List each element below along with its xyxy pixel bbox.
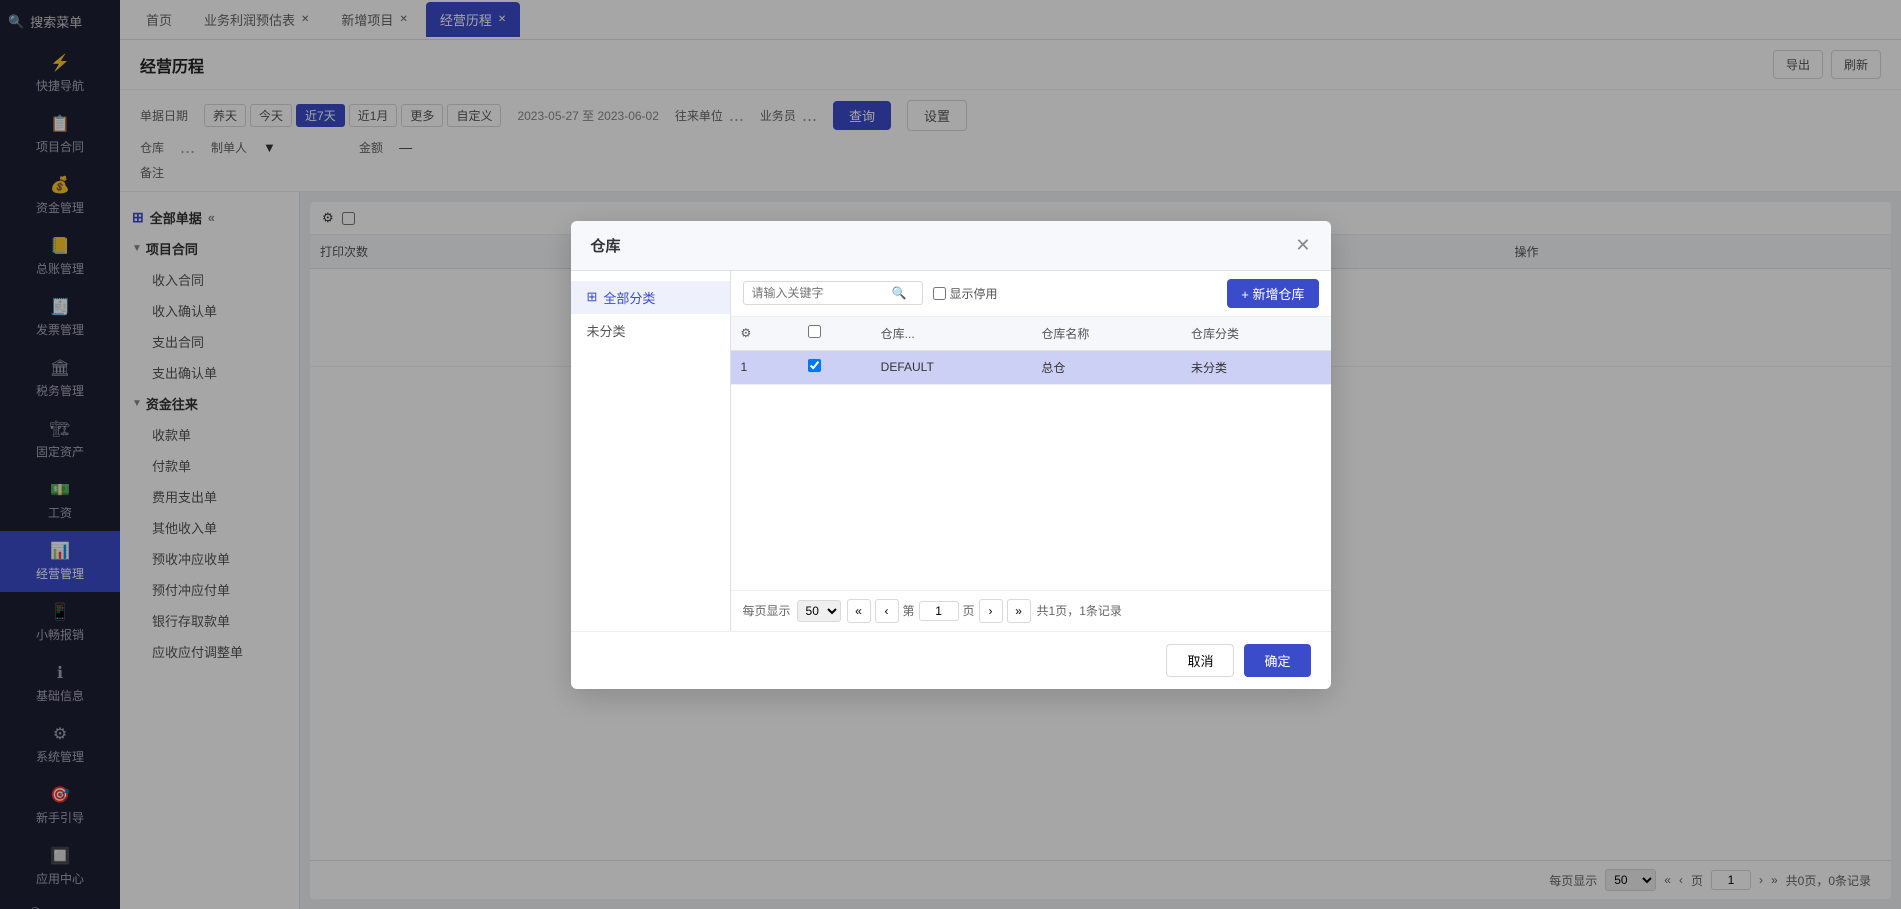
modal-right-panel: 🔍 显示停用 + 新增仓库 ⚙ 仓库... 仓库名称 [731, 271, 1331, 631]
uncategorized-label: 未分类 [587, 321, 626, 340]
grid-icon-modal: ⊞ [587, 289, 598, 305]
row-category: 未分类 [1181, 350, 1331, 384]
col-name: 仓库名称 [1031, 317, 1181, 351]
show-disabled-checkbox[interactable]: 显示停用 [933, 285, 998, 302]
modal-next-page-btn[interactable]: › [979, 599, 1003, 623]
row-check[interactable] [798, 350, 871, 384]
modal-prev-page-btn[interactable]: ‹ [875, 599, 899, 623]
modal-left-all-category[interactable]: ⊞ 全部分类 [571, 281, 730, 314]
modal-toolbar: 🔍 显示停用 + 新增仓库 [731, 271, 1331, 317]
modal-title: 仓库 [591, 235, 621, 256]
modal-page-size-select[interactable]: 50 [797, 600, 841, 622]
row-warehouse-name: 总仓 [1031, 350, 1181, 384]
warehouse-table: ⚙ 仓库... 仓库名称 仓库分类 1 DEFAULT 总仓 [731, 317, 1331, 385]
add-warehouse-button[interactable]: + 新增仓库 [1227, 279, 1318, 308]
modal-actions: 取消 确定 [571, 631, 1331, 689]
modal-total-text: 共1页，1条记录 [1037, 602, 1122, 619]
col-check [798, 317, 871, 351]
row-code: DEFAULT [871, 350, 1032, 384]
modal-close-button[interactable]: ✕ [1295, 235, 1310, 256]
modal-footer-pagination: 每页显示 50 « ‹ 第 页 › » 共1页，1条记录 [731, 590, 1331, 631]
all-category-label: 全部分类 [603, 288, 655, 307]
modal-search-box: 🔍 [743, 281, 923, 305]
warehouse-modal: 仓库 ✕ ⊞ 全部分类 未分类 🔍 显示停用 [571, 221, 1331, 689]
search-icon-modal: 🔍 [892, 286, 907, 300]
modal-last-page-btn[interactable]: » [1007, 599, 1031, 623]
modal-first-page-btn[interactable]: « [847, 599, 871, 623]
modal-header: 仓库 ✕ [571, 221, 1331, 271]
col-gear[interactable]: ⚙ [731, 317, 799, 351]
modal-body: ⊞ 全部分类 未分类 🔍 显示停用 + 新增仓库 [571, 271, 1331, 631]
modal-left-panel: ⊞ 全部分类 未分类 [571, 271, 731, 631]
warehouse-table-row[interactable]: 1 DEFAULT 总仓 未分类 [731, 350, 1331, 384]
col-code: 仓库... [871, 317, 1032, 351]
modal-page-word: 页 [963, 602, 975, 619]
modal-table: ⚙ 仓库... 仓库名称 仓库分类 1 DEFAULT 总仓 [731, 317, 1331, 590]
cancel-button[interactable]: 取消 [1166, 644, 1234, 677]
modal-left-uncategorized[interactable]: 未分类 [571, 314, 730, 347]
modal-page-input[interactable] [919, 601, 959, 621]
modal-page-size-label: 每页显示 [743, 602, 791, 619]
confirm-button[interactable]: 确定 [1244, 644, 1310, 677]
modal-select-all[interactable] [808, 325, 821, 338]
row-num: 1 [731, 350, 799, 384]
row-checkbox[interactable] [808, 359, 821, 372]
modal-pagination-btns: « ‹ 第 页 › » [847, 599, 1031, 623]
modal-page-label: 第 [903, 602, 915, 619]
modal-search-input[interactable] [752, 286, 892, 300]
show-disabled-input[interactable] [933, 287, 946, 300]
show-disabled-label: 显示停用 [950, 285, 998, 302]
col-category: 仓库分类 [1181, 317, 1331, 351]
